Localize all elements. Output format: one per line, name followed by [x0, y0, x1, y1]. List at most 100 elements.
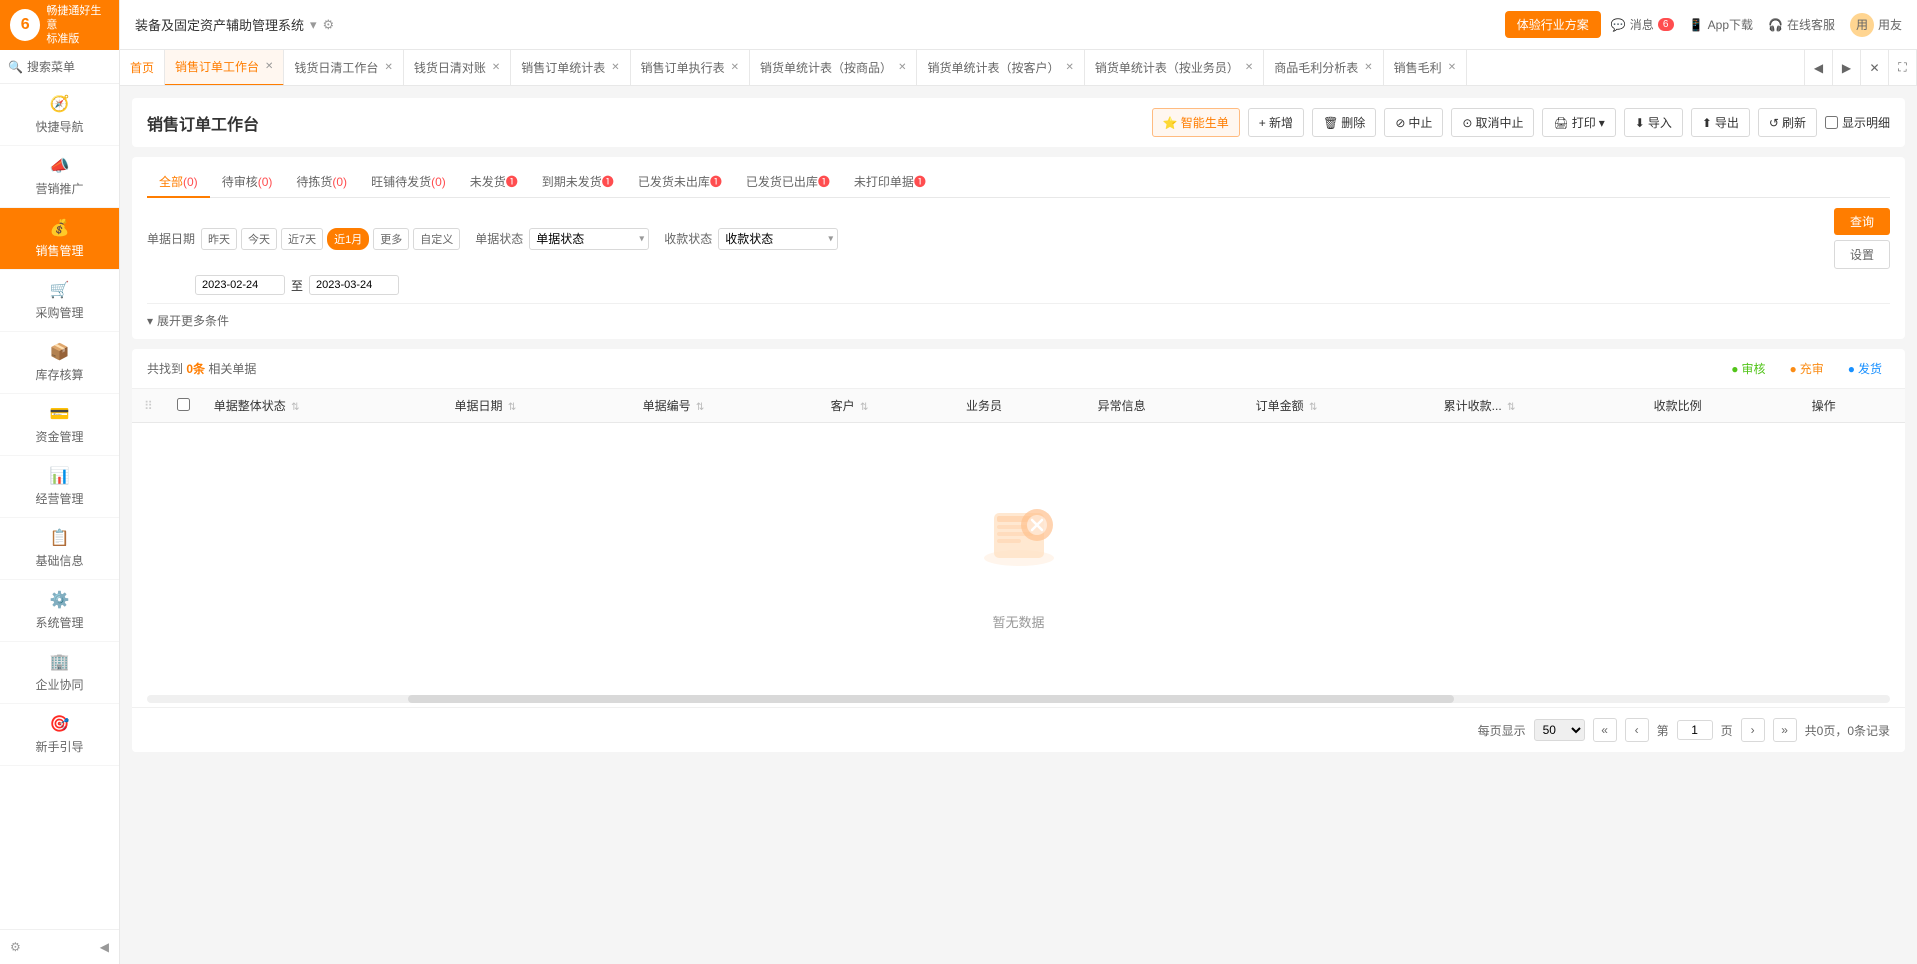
- tab-close-sales-stats[interactable]: ✕: [611, 62, 619, 73]
- sidebar-item-purchase[interactable]: 🛒 采购管理: [0, 270, 119, 332]
- import-btn[interactable]: ⬇ 导入: [1624, 108, 1683, 137]
- settings-icon[interactable]: ⚙: [323, 17, 335, 33]
- review-btn[interactable]: ● 审核: [1723, 357, 1773, 380]
- tab-close-all[interactable]: ✕: [1861, 50, 1889, 86]
- page-size-select[interactable]: 50 10 20 100: [1534, 719, 1585, 741]
- sidebar-item-guide[interactable]: 🎯 新手引导: [0, 704, 119, 766]
- filter-tab-shipped-out[interactable]: 已发货已出库❶: [734, 167, 842, 198]
- page-size-label: 每页显示: [1478, 722, 1526, 739]
- tab-maximize[interactable]: ⛶: [1889, 50, 1917, 86]
- date-today-btn[interactable]: 今天: [241, 228, 277, 250]
- tab-sales-summary-staff[interactable]: 销货单统计表（按业务员） ✕: [1085, 50, 1264, 86]
- payment-select[interactable]: 收款状态: [718, 228, 838, 250]
- filter-tab-not-printed[interactable]: 未打印单据❶: [842, 167, 938, 198]
- sidebar-collapse-icon[interactable]: ◀: [100, 940, 109, 954]
- page-first-btn[interactable]: «: [1593, 718, 1617, 742]
- filter-tab-pending-inspect[interactable]: 待拣货(0): [284, 167, 359, 198]
- filter-tab-overdue[interactable]: 到期未发货❶: [530, 167, 626, 198]
- filter-tab-all[interactable]: 全部(0): [147, 167, 210, 198]
- export-btn[interactable]: ⬆ 导出: [1691, 108, 1750, 137]
- sidebar-item-marketing[interactable]: 📣 营销推广: [0, 146, 119, 208]
- tab-sales-summary-product[interactable]: 销货单统计表（按商品） ✕: [750, 50, 917, 86]
- tab-close-cash-reconcile[interactable]: ✕: [492, 62, 500, 73]
- tab-close-cash-daily[interactable]: ✕: [384, 62, 392, 73]
- date-to-input[interactable]: [309, 275, 399, 295]
- filter-tab-shipped-not-out[interactable]: 已发货未出库❶: [626, 167, 734, 198]
- tab-close-sales-more[interactable]: ✕: [1448, 62, 1456, 73]
- refresh-btn[interactable]: ↺ 刷新: [1758, 108, 1817, 137]
- filter-tab-pending-review[interactable]: 待审核(0): [210, 167, 285, 198]
- print-btn[interactable]: 🖨 打印 ▾: [1542, 108, 1615, 137]
- page-number-input[interactable]: [1677, 720, 1713, 740]
- tab-close-sales-summary-product[interactable]: ✕: [898, 62, 906, 73]
- th-checkbox[interactable]: [165, 389, 202, 423]
- tab-close-sales-exec[interactable]: ✕: [731, 62, 739, 73]
- smart-btn[interactable]: ⭐ 智能生单: [1152, 108, 1240, 137]
- app-download-btn[interactable]: 📱 App下载: [1689, 16, 1753, 33]
- sidebar-item-operations[interactable]: 📊 经营管理: [0, 456, 119, 518]
- status-select[interactable]: 单据状态: [529, 228, 649, 250]
- revoke-btn[interactable]: ● 充审: [1781, 357, 1831, 380]
- scroll-thumb[interactable]: [408, 695, 1454, 703]
- sidebar-item-finance[interactable]: 💳 资金管理: [0, 394, 119, 456]
- sidebar-item-quick-nav[interactable]: 🧭 快捷导航: [0, 84, 119, 146]
- query-btn[interactable]: 查询: [1834, 208, 1890, 235]
- sidebar-item-enterprise[interactable]: 🏢 企业协同: [0, 642, 119, 704]
- filter-tab-not-shipped[interactable]: 未发货❶: [458, 167, 530, 198]
- select-all-checkbox[interactable]: [177, 398, 190, 411]
- tab-close-gross-profit[interactable]: ✕: [1364, 62, 1372, 73]
- delete-btn[interactable]: 🗑 删除: [1312, 108, 1376, 137]
- tab-sales-more[interactable]: 销售毛利 ✕: [1384, 50, 1467, 86]
- sidebar-item-system[interactable]: ⚙️ 系统管理: [0, 580, 119, 642]
- add-btn[interactable]: + 新增: [1248, 108, 1304, 137]
- expand-btn[interactable]: ▾ 展开更多条件: [147, 312, 1890, 329]
- cancel-stop-btn[interactable]: ⊙ 取消中止: [1451, 108, 1534, 137]
- page-last-btn[interactable]: »: [1773, 718, 1797, 742]
- tab-home[interactable]: 首页: [120, 50, 165, 86]
- operations-icon: 📊: [50, 466, 70, 486]
- tab-nav-next[interactable]: ▶: [1833, 50, 1861, 86]
- tab-cash-daily[interactable]: 钱货日清工作台 ✕: [284, 50, 403, 86]
- sidebar-item-sales[interactable]: 💰 销售管理: [0, 208, 119, 270]
- th-number[interactable]: 单据编号 ⇅: [631, 389, 819, 423]
- user-btn[interactable]: 用 用友: [1850, 13, 1902, 37]
- th-date[interactable]: 单据日期 ⇅: [443, 389, 631, 423]
- date-range-display: 至: [147, 275, 1890, 295]
- sidebar-search[interactable]: 🔍 搜索菜单: [0, 50, 119, 84]
- horizontal-scrollbar[interactable]: [132, 691, 1905, 707]
- tab-nav-prev[interactable]: ◀: [1805, 50, 1833, 86]
- tab-close-sales-workbench[interactable]: ✕: [265, 61, 273, 72]
- tab-sales-exec[interactable]: 销售订单执行表 ✕: [631, 50, 750, 86]
- date-custom-btn[interactable]: 自定义: [413, 228, 460, 250]
- tab-close-sales-summary-customer[interactable]: ✕: [1065, 62, 1073, 73]
- date-more-btn[interactable]: 更多: [373, 228, 409, 250]
- tab-cash-reconcile[interactable]: 钱货日清对账 ✕: [404, 50, 511, 86]
- page-prev-btn[interactable]: ‹: [1625, 718, 1649, 742]
- ship-btn[interactable]: ● 发货: [1840, 357, 1890, 380]
- date-yesterday-btn[interactable]: 昨天: [201, 228, 237, 250]
- date-7days-btn[interactable]: 近7天: [281, 228, 323, 250]
- online-service-btn[interactable]: 🎧 在线客服: [1768, 16, 1835, 33]
- page-next-btn[interactable]: ›: [1741, 718, 1765, 742]
- tab-sales-workbench[interactable]: 销售订单工作台 ✕: [165, 50, 284, 86]
- stop-btn[interactable]: ⊘ 中止: [1384, 108, 1443, 137]
- th-amount[interactable]: 订单金额 ⇅: [1244, 389, 1432, 423]
- tab-sales-stats[interactable]: 销售订单统计表 ✕: [511, 50, 630, 86]
- date-1month-btn[interactable]: 近1月: [327, 228, 369, 250]
- filter-settings-btn[interactable]: 设置: [1834, 240, 1890, 269]
- filter-tab-wangpu-ship[interactable]: 旺铺待发货(0): [359, 167, 458, 198]
- show-detail-label[interactable]: 显示明细: [1825, 114, 1890, 131]
- th-status[interactable]: 单据整体状态 ⇅: [202, 389, 443, 423]
- tab-sales-summary-customer[interactable]: 销货单统计表（按客户） ✕: [917, 50, 1084, 86]
- message-btn[interactable]: 💬 消息 6: [1611, 16, 1674, 33]
- tab-gross-profit[interactable]: 商品毛利分析表 ✕: [1264, 50, 1383, 86]
- tab-close-sales-summary-staff[interactable]: ✕: [1245, 62, 1253, 73]
- sidebar-item-inventory[interactable]: 📦 库存核算: [0, 332, 119, 394]
- sidebar-item-basic-info[interactable]: 📋 基础信息: [0, 518, 119, 580]
- industry-btn[interactable]: 体验行业方案: [1505, 11, 1601, 38]
- date-from-input[interactable]: [195, 275, 285, 295]
- th-customer[interactable]: 客户 ⇅: [819, 389, 954, 423]
- sidebar-settings-icon[interactable]: ⚙: [10, 940, 21, 954]
- show-detail-checkbox[interactable]: [1825, 116, 1838, 129]
- th-received[interactable]: 累计收款... ⇅: [1432, 389, 1642, 423]
